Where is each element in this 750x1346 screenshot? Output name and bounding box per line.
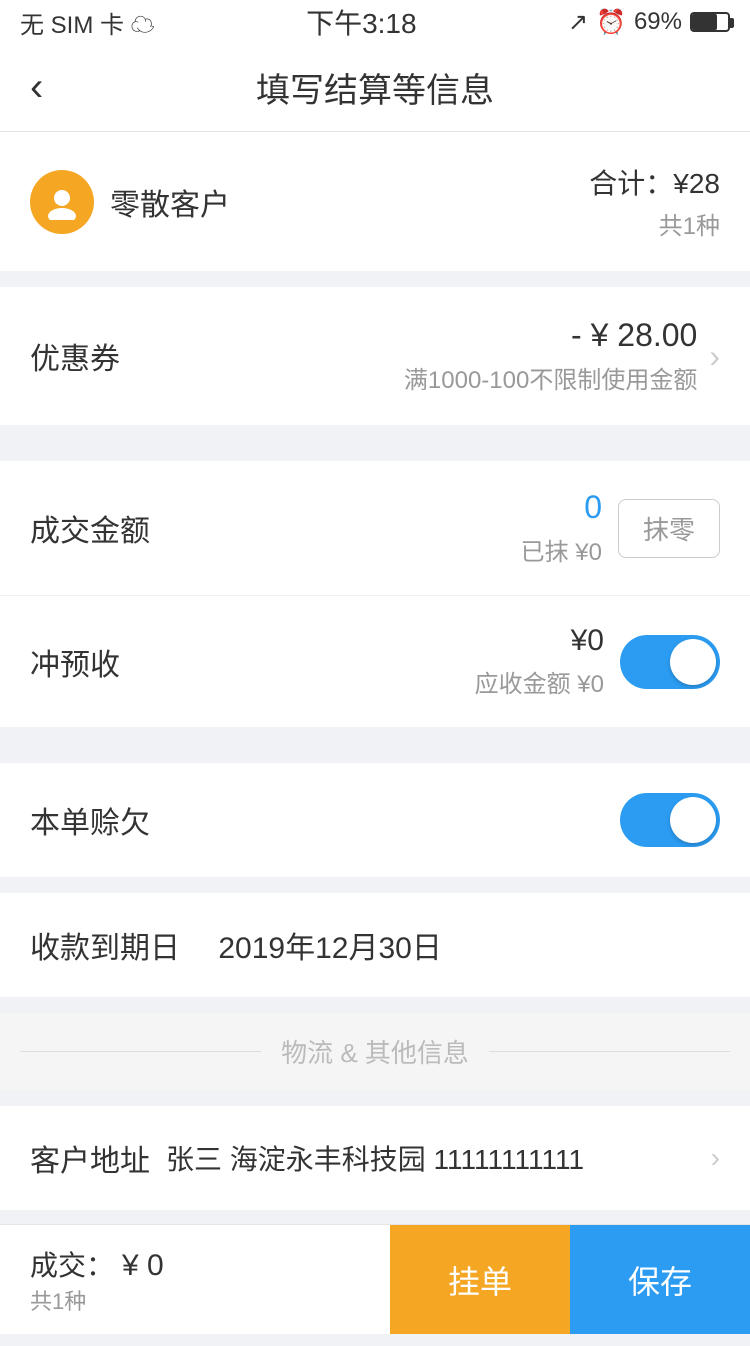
deal-amount-value: 0 bbox=[521, 489, 602, 526]
status-left: 无 SIM 卡 ☁ bbox=[20, 5, 155, 40]
save-button[interactable]: 保存 bbox=[570, 1225, 750, 1334]
battery-text: 69% bbox=[634, 8, 682, 36]
bottom-summary: 成交： ¥ 0 共1种 bbox=[0, 1225, 390, 1334]
form-section: 成交金额 0 已抹 ¥0 抹零 冲预收 ¥0 应收金额 ¥0 bbox=[0, 461, 750, 727]
address-value: 张三 海淀永丰科技园 11111111111 bbox=[166, 1138, 695, 1178]
debit-toggle-knob bbox=[670, 797, 716, 843]
divider2 bbox=[0, 743, 750, 763]
divider-line-right bbox=[489, 1051, 730, 1052]
status-bar: 无 SIM 卡 ☁ 下午3:18 ↗ ⏰ 69% bbox=[0, 0, 750, 44]
coupon-label: 优惠券 bbox=[30, 334, 120, 378]
bottom-deal-label: 成交： bbox=[30, 1244, 114, 1284]
prepayment-amount: ¥0 bbox=[475, 624, 604, 658]
avatar bbox=[30, 170, 94, 234]
back-button[interactable]: ‹ bbox=[30, 55, 63, 120]
coupon-row[interactable]: 优惠券 - ¥ 28.00 满1000-100不限制使用金额 › bbox=[0, 287, 750, 425]
hang-order-button[interactable]: 挂单 bbox=[390, 1225, 570, 1334]
address-chevron-icon: › bbox=[711, 1142, 720, 1174]
prepayment-row: 冲预收 ¥0 应收金额 ¥0 bbox=[0, 596, 750, 727]
debit-section: 本单赊欠 bbox=[0, 763, 750, 877]
total-amount: 合计：¥28 bbox=[589, 162, 720, 202]
nav-title: 填写结算等信息 bbox=[256, 63, 494, 112]
coupon-amount: - ¥ 28.00 bbox=[404, 317, 697, 354]
prepayment-toggle[interactable] bbox=[620, 635, 720, 689]
customer-total: 合计：¥28 共1种 bbox=[589, 162, 720, 241]
due-date-row: 收款到期日 2019年12月30日 bbox=[0, 893, 750, 997]
address-row[interactable]: 客户地址 张三 海淀永丰科技园 11111111111 › bbox=[0, 1106, 750, 1210]
prepayment-sub: 应收金额 ¥0 bbox=[475, 664, 604, 699]
prepayment-right: ¥0 应收金额 ¥0 bbox=[475, 624, 720, 699]
logistics-label: 物流 & 其他信息 bbox=[281, 1033, 469, 1070]
alarm-icon: ⏰ bbox=[596, 8, 626, 37]
bottom-deal-amount: ¥ 0 bbox=[122, 1249, 164, 1283]
deal-amount-right: 0 已抹 ¥0 抹零 bbox=[521, 489, 720, 567]
signal-text: 无 SIM 卡 ☁ bbox=[20, 5, 155, 40]
bottom-count: 共1种 bbox=[30, 1284, 360, 1316]
chevron-right-icon: › bbox=[709, 340, 720, 372]
due-date-label: 收款到期日 bbox=[30, 932, 180, 965]
debit-label: 本单赊欠 bbox=[30, 798, 150, 842]
divider-line-left bbox=[20, 1051, 261, 1052]
customer-info: 零散客户 bbox=[30, 170, 230, 234]
location-icon: ↗ bbox=[568, 8, 588, 37]
customer-row: 零散客户 合计：¥28 共1种 bbox=[0, 132, 750, 271]
customer-name: 零散客户 bbox=[110, 180, 230, 224]
battery-icon bbox=[690, 12, 730, 32]
toggle-knob bbox=[670, 639, 716, 685]
coupon-description: 满1000-100不限制使用金额 bbox=[404, 360, 697, 395]
status-time: 下午3:18 bbox=[306, 2, 417, 42]
coupon-right: - ¥ 28.00 满1000-100不限制使用金额 › bbox=[404, 317, 720, 395]
bottom-bar: 成交： ¥ 0 共1种 挂单 保存 bbox=[0, 1224, 750, 1334]
divider bbox=[0, 441, 750, 461]
prepayment-label: 冲预收 bbox=[30, 640, 150, 684]
deal-amount-row: 成交金额 0 已抹 ¥0 抹零 bbox=[0, 461, 750, 596]
deal-amount-label: 成交金额 bbox=[30, 506, 150, 550]
deal-already-rounded: 已抹 ¥0 bbox=[521, 532, 602, 567]
address-label: 客户地址 bbox=[30, 1136, 150, 1180]
logistics-divider: 物流 & 其他信息 bbox=[0, 1013, 750, 1090]
debit-toggle[interactable] bbox=[620, 793, 720, 847]
due-date-value: 2019年12月30日 bbox=[218, 932, 441, 965]
total-count: 共1种 bbox=[589, 206, 720, 241]
round-zero-button[interactable]: 抹零 bbox=[618, 499, 720, 558]
status-right: ↗ ⏰ 69% bbox=[568, 8, 730, 37]
nav-bar: ‹ 填写结算等信息 bbox=[0, 44, 750, 132]
